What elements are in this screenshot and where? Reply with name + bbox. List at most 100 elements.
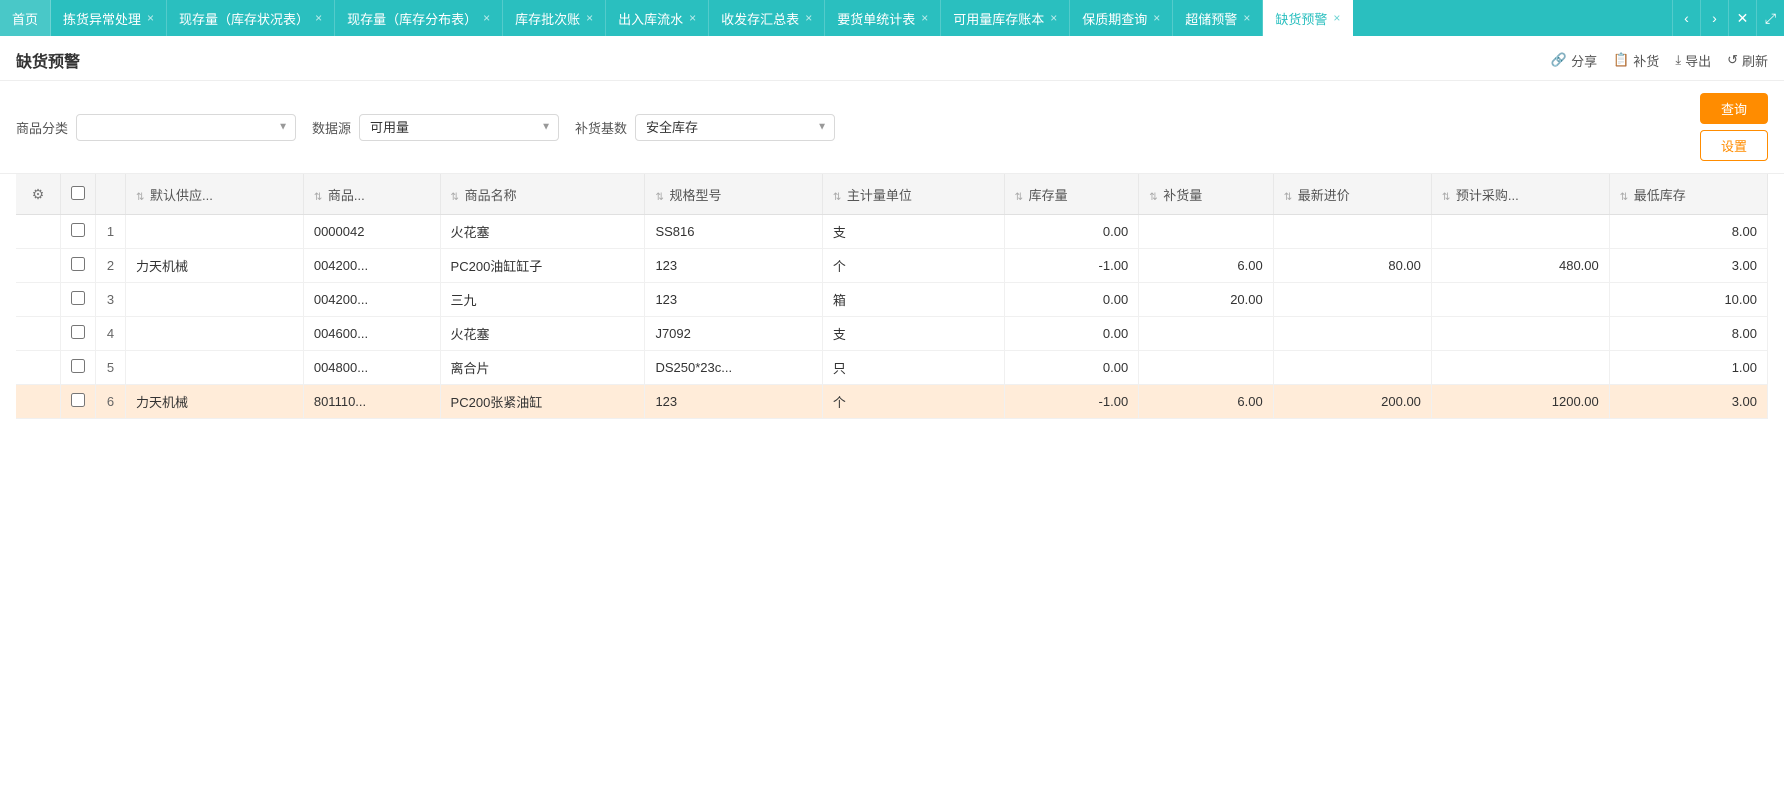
col-replenish: ⇅ 补货量 [1139,174,1274,215]
sort-min-stock-icon[interactable]: ⇅ [1620,192,1628,203]
row-gear-5 [16,385,61,419]
row-name-1: PC200油缸缸子 [440,249,645,283]
tab-close-inventory-dist[interactable]: × [483,11,490,25]
row-unit-2: 箱 [822,283,1004,317]
tab-nav-next[interactable]: › [1700,0,1728,36]
tab-inout-flow[interactable]: 出入库流水 × [606,0,709,36]
row-spec-1: 123 [645,249,822,283]
tab-inventory-dist[interactable]: 现存量（库存分布表） × [335,0,503,36]
row-name-2: 三九 [440,283,645,317]
tab-exception[interactable]: 拣货异常处理 × [51,0,167,36]
row-gear-0 [16,215,61,249]
row-checkbox-0[interactable] [71,223,85,237]
row-spec-2: 123 [645,283,822,317]
row-supplier-0 [126,215,304,249]
page-header: 缺货预警 🔗 分享 📋 补货 ⤓ 导出 ↺ 刷新 [0,36,1784,81]
row-code-2: 004200... [303,283,440,317]
tab-receive-summary[interactable]: 收发存汇总表 × [709,0,825,36]
row-checkbox-1[interactable] [71,257,85,271]
category-select-wrapper [76,114,296,141]
table-container: ⚙ ⇅ 默认供应... ⇅ 商品... ⇅ [0,174,1784,419]
tab-close-shortage[interactable]: × [1333,11,1340,25]
category-select[interactable] [76,114,296,141]
col-check [61,174,96,215]
settings-button[interactable]: 设置 [1700,130,1768,161]
sort-replenish-icon[interactable]: ⇅ [1149,192,1157,203]
row-code-5: 801110... [303,385,440,419]
row-min-stock-2: 10.00 [1609,283,1767,317]
tab-avail-ledger[interactable]: 可用量库存账本 × [941,0,1070,36]
tab-inventory-status[interactable]: 现存量（库存状况表） × [167,0,335,36]
tab-nav-prev[interactable]: ‹ [1672,0,1700,36]
row-replenish-0 [1139,215,1274,249]
tab-close-inout-flow[interactable]: × [689,11,696,25]
table-row: 3 004200... 三九 123 箱 0.00 20.00 10.00 [16,283,1768,317]
sort-est-purchase-icon[interactable]: ⇅ [1442,192,1450,203]
sort-supplier-icon[interactable]: ⇅ [136,192,144,203]
sort-unit-icon[interactable]: ⇅ [833,192,841,203]
row-gear-2 [16,283,61,317]
col-unit: ⇅ 主计量单位 [822,174,1004,215]
row-replenish-2: 20.00 [1139,283,1274,317]
row-check-1 [61,249,96,283]
datasource-select[interactable]: 可用量 [359,114,559,141]
header-actions: 🔗 分享 📋 补货 ⤓ 导出 ↺ 刷新 [1551,51,1768,70]
row-stock-4: 0.00 [1004,351,1139,385]
tab-close-batch-account[interactable]: × [586,11,593,25]
tab-close-overstock[interactable]: × [1243,11,1250,25]
row-gear-1 [16,249,61,283]
col-spec: ⇅ 规格型号 [645,174,822,215]
row-num-4: 5 [96,351,126,385]
table-row: 1 0000042 火花塞 SS816 支 0.00 8.00 [16,215,1768,249]
export-button[interactable]: ⤓ 导出 [1675,51,1711,70]
row-spec-5: 123 [645,385,822,419]
row-supplier-3 [126,317,304,351]
select-all-checkbox[interactable] [71,186,85,200]
row-code-1: 004200... [303,249,440,283]
row-checkbox-3[interactable] [71,325,85,339]
tab-close-demand-stat[interactable]: × [921,11,928,25]
refresh-button[interactable]: ↺ 刷新 [1727,51,1768,70]
share-button[interactable]: 🔗 分享 [1551,51,1597,70]
row-checkbox-4[interactable] [71,359,85,373]
row-name-4: 离合片 [440,351,645,385]
tab-nav-expand[interactable]: ⤢ [1756,0,1784,36]
tab-shortage[interactable]: 缺货预警 × [1263,0,1353,36]
gear-settings-icon[interactable]: ⚙ [26,182,50,206]
tab-overstock[interactable]: 超储预警 × [1173,0,1263,36]
tab-nav-close-current[interactable]: ✕ [1728,0,1756,36]
tab-batch-account[interactable]: 库存批次账 × [503,0,606,36]
sort-stock-icon[interactable]: ⇅ [1015,192,1023,203]
col-est-purchase: ⇅ 预计采购... [1431,174,1609,215]
tab-close-exception[interactable]: × [147,11,154,25]
sort-name-icon[interactable]: ⇅ [451,192,459,203]
col-supplier: ⇅ 默认供应... [126,174,304,215]
col-latest-price: ⇅ 最新进价 [1273,174,1431,215]
tab-close-avail-ledger[interactable]: × [1050,11,1057,25]
replenish-basis-select[interactable]: 安全库存 [635,114,835,141]
row-check-2 [61,283,96,317]
tab-expiry-query[interactable]: 保质期查询 × [1070,0,1173,36]
row-checkbox-2[interactable] [71,291,85,305]
sort-code-icon[interactable]: ⇅ [314,192,322,203]
row-replenish-5: 6.00 [1139,385,1274,419]
sort-spec-icon[interactable]: ⇅ [655,192,663,203]
replenish-button[interactable]: 📋 补货 [1613,51,1659,70]
sort-latest-price-icon[interactable]: ⇅ [1284,192,1292,203]
row-latest-price-5: 200.00 [1273,385,1431,419]
row-name-3: 火花塞 [440,317,645,351]
tab-home[interactable]: 首页 [0,0,51,36]
row-checkbox-5[interactable] [71,393,85,407]
row-replenish-4 [1139,351,1274,385]
tab-close-expiry-query[interactable]: × [1153,11,1160,25]
query-button[interactable]: 查询 [1700,93,1768,124]
row-stock-1: -1.00 [1004,249,1139,283]
tab-demand-stat[interactable]: 要货单统计表 × [825,0,941,36]
row-stock-5: -1.00 [1004,385,1139,419]
tab-close-inventory-status[interactable]: × [315,11,322,25]
row-num-2: 3 [96,283,126,317]
col-num [96,174,126,215]
tab-close-receive-summary[interactable]: × [805,11,812,25]
row-unit-4: 只 [822,351,1004,385]
category-filter-group: 商品分类 [16,114,296,141]
